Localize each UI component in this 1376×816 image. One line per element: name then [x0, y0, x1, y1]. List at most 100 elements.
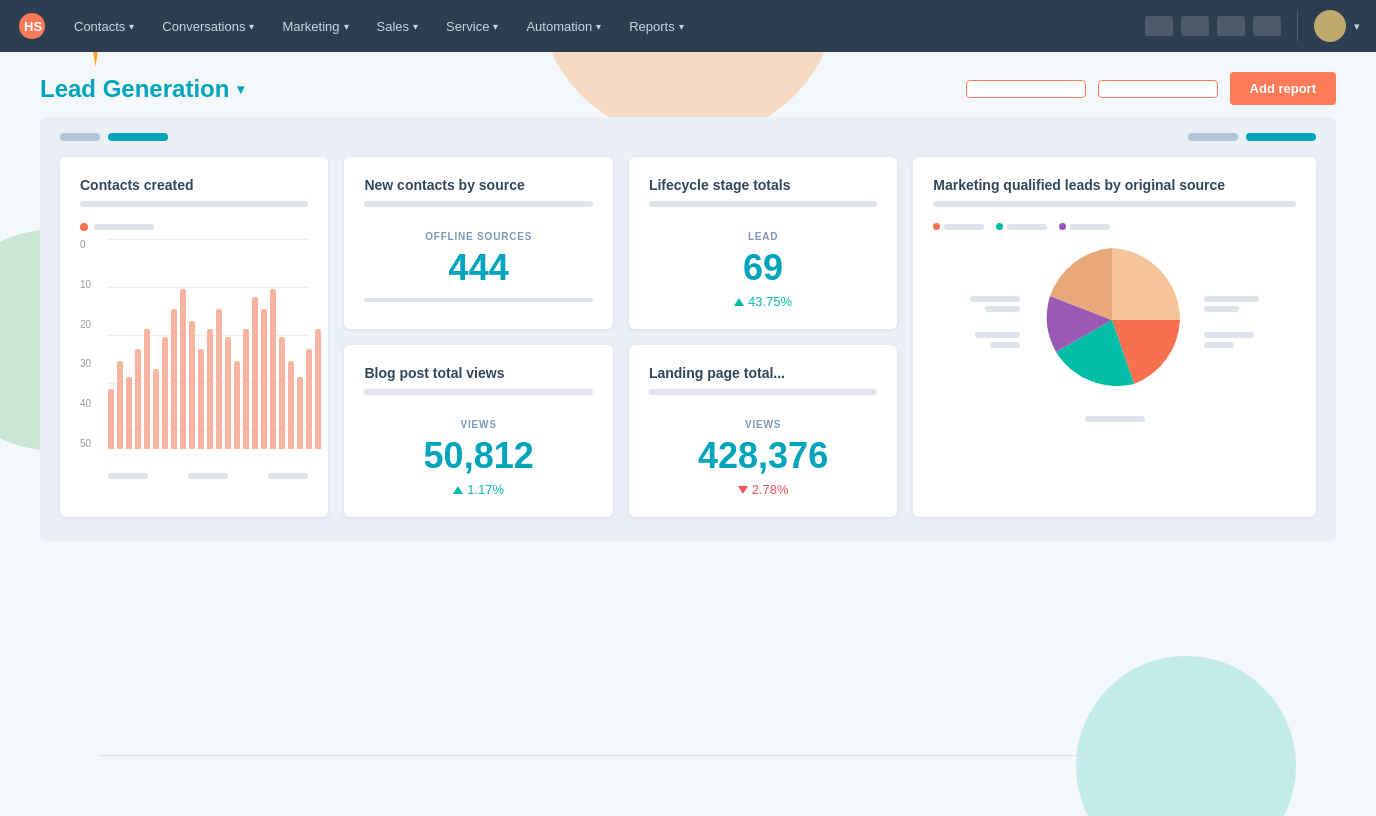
pie-chart-container [933, 240, 1296, 404]
conversations-chevron: ▾ [249, 21, 254, 32]
nav-items: Contacts ▾ Conversations ▾ Marketing ▾ S… [60, 0, 1145, 52]
nav-divider [1297, 11, 1298, 41]
user-avatar[interactable] [1314, 10, 1346, 42]
bar-8 [180, 289, 186, 449]
blog-post-subtitle-bar [364, 389, 592, 395]
bar-7 [171, 309, 177, 449]
nav-icon-2[interactable] [1181, 16, 1209, 36]
nav-icon-4[interactable] [1253, 16, 1281, 36]
pie-dot-3 [1059, 223, 1066, 230]
dashboard-content: Contacts created 50 40 30 20 10 0 [40, 117, 1336, 541]
nav-contacts[interactable]: Contacts ▾ [60, 0, 148, 52]
filter-pill-active-2 [1246, 133, 1316, 141]
bar-4 [144, 329, 150, 449]
landing-views-change: 2.78% [649, 482, 877, 497]
nav-icon-3[interactable] [1217, 16, 1245, 36]
pie-legend-3 [1059, 223, 1110, 230]
filter-button-2[interactable] [1098, 80, 1218, 98]
nav-automation[interactable]: Automation ▾ [512, 0, 615, 52]
bar-14 [234, 361, 240, 449]
contacts-created-subtitle-bar [80, 201, 308, 207]
bar-5 [153, 369, 159, 449]
filter-button-1[interactable] [966, 80, 1086, 98]
new-contacts-title: New contacts by source [364, 177, 592, 193]
filter-pill-active [108, 133, 168, 141]
left-label-1a [970, 296, 1020, 302]
pie-chart-svg-container [1032, 240, 1192, 404]
landing-page-views-card: Landing page total... VIEWS 428,376 2.78… [629, 345, 897, 517]
landing-views-label: VIEWS [649, 419, 877, 430]
new-contacts-bar [364, 298, 592, 302]
y-axis-labels: 50 40 30 20 10 0 [80, 239, 104, 449]
mql-subtitle-bar [933, 201, 1296, 207]
right-label-2b [1204, 342, 1234, 348]
bar-12 [216, 309, 222, 449]
right-label-1b [1204, 306, 1239, 312]
pie-legend-label-2 [1007, 224, 1047, 230]
filter-bar [60, 133, 1316, 141]
bar-10 [198, 349, 204, 449]
reports-grid: Contacts created 50 40 30 20 10 0 [60, 157, 1316, 517]
new-contacts-subtitle-bar [364, 201, 592, 207]
pie-dot-legend [933, 223, 1296, 230]
left-label-2b [990, 342, 1020, 348]
pie-chart-svg [1032, 240, 1192, 400]
pie-legend-2 [996, 223, 1047, 230]
bar-19 [279, 337, 285, 449]
right-label-1a [1204, 296, 1259, 302]
lifecycle-stage-card: Lifecycle stage totals LEAD 69 43.75% [629, 157, 897, 329]
nav-sales[interactable]: Sales ▾ [363, 0, 433, 52]
chart-dot [80, 223, 88, 231]
x-label-2 [188, 473, 228, 479]
landing-views-value: 428,376 [649, 438, 877, 474]
bars-container [108, 239, 308, 449]
filter-pill-1 [60, 133, 100, 141]
mql-by-source-card: Marketing qualified leads by original so… [913, 157, 1316, 517]
deco-teal-circle [1076, 656, 1296, 816]
dashboard-title[interactable]: Lead Generation ▾ [40, 75, 244, 103]
pie-legend-label-3 [1070, 224, 1110, 230]
bar-11 [207, 329, 213, 449]
landing-page-title: Landing page total... [649, 365, 877, 381]
filter-pills-left [60, 133, 168, 141]
pie-labels-right [1204, 296, 1259, 348]
bar-9 [189, 321, 195, 449]
dashboard-actions: Add report [966, 72, 1336, 105]
x-axis-labels [108, 473, 308, 479]
sales-chevron: ▾ [413, 21, 418, 32]
bar-18 [270, 289, 276, 449]
new-contacts-value: 444 [364, 250, 592, 286]
nav-reports[interactable]: Reports ▾ [615, 0, 698, 52]
add-report-button[interactable]: Add report [1230, 72, 1336, 105]
contacts-created-card: Contacts created 50 40 30 20 10 0 [60, 157, 328, 517]
right-label-2a [1204, 332, 1254, 338]
bar-2 [126, 377, 132, 449]
landing-down-arrow [738, 486, 748, 494]
pie-legend-1 [933, 223, 984, 230]
bar-23 [315, 329, 321, 449]
pie-labels-left [970, 296, 1020, 348]
filter-pill-3 [1188, 133, 1238, 141]
pie-bottom-pill [1085, 416, 1145, 422]
bar-chart-area: 50 40 30 20 10 0 [80, 239, 308, 479]
nav-service[interactable]: Service ▾ [432, 0, 512, 52]
marketing-chevron: ▾ [344, 21, 349, 32]
nav-icon-1[interactable] [1145, 16, 1173, 36]
left-label-2a [975, 332, 1020, 338]
navbar: HS Contacts ▾ Conversations ▾ Marketing … [0, 0, 1376, 52]
pie-legend-label-1 [944, 224, 984, 230]
blog-views-value: 50,812 [364, 438, 592, 474]
avatar-chevron: ▾ [1354, 20, 1360, 33]
new-contacts-by-source-card: New contacts by source OFFLINE SOURCES 4… [344, 157, 612, 329]
svg-text:HS: HS [24, 19, 42, 34]
blog-views-label: VIEWS [364, 419, 592, 430]
contacts-chevron: ▾ [129, 21, 134, 32]
nav-conversations[interactable]: Conversations ▾ [148, 0, 268, 52]
bar-22 [306, 349, 312, 449]
lifecycle-value: 69 [649, 250, 877, 286]
x-label-3 [268, 473, 308, 479]
lifecycle-title: Lifecycle stage totals [649, 177, 877, 193]
new-contacts-label: OFFLINE SOURCES [364, 231, 592, 242]
hubspot-logo: HS [16, 10, 48, 42]
nav-marketing[interactable]: Marketing ▾ [268, 0, 362, 52]
